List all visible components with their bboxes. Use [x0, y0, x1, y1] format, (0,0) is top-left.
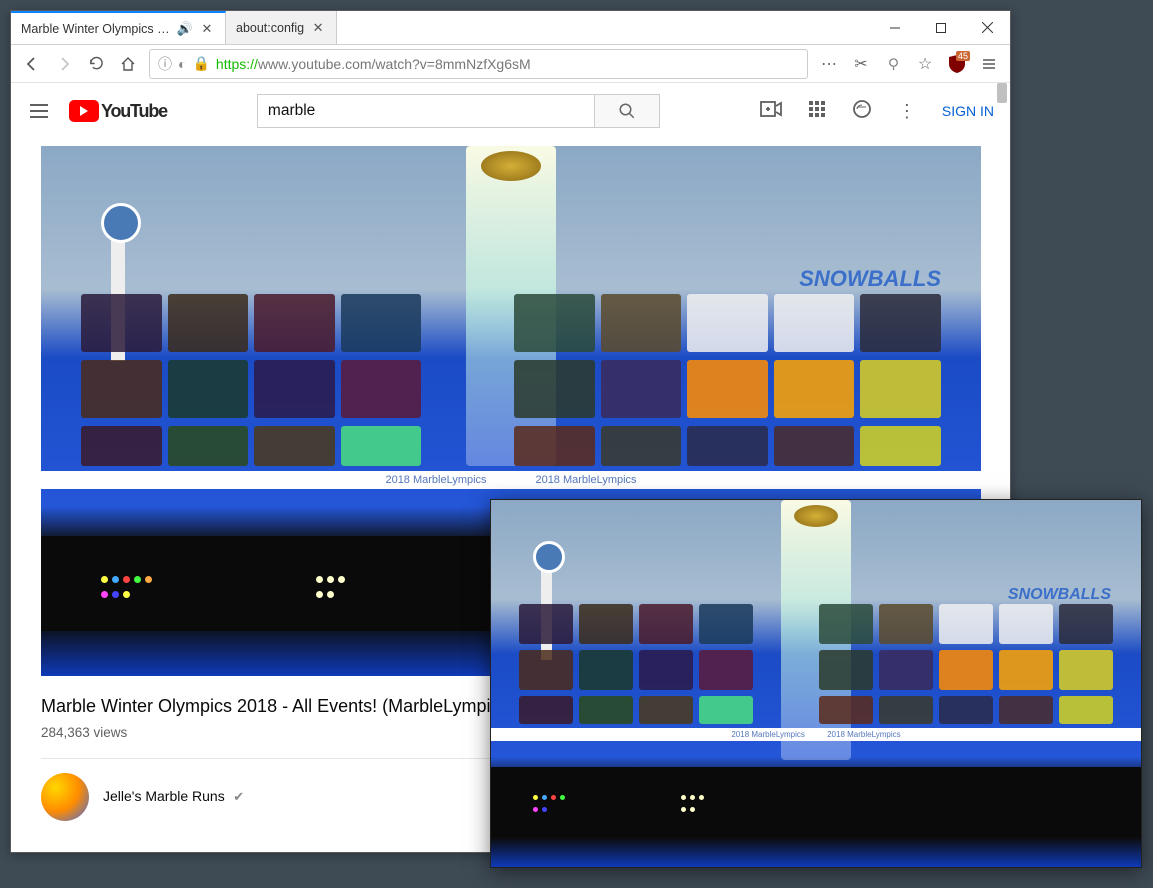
messages-icon[interactable]	[852, 99, 872, 124]
snowballs-sign: SNOWBALLS	[1008, 586, 1111, 604]
minimize-button[interactable]	[872, 11, 918, 44]
titlebar: Marble Winter Olympics 2018 - 🔊 ✕ about:…	[11, 11, 1010, 45]
header-right: ⋮ SIGN IN	[760, 99, 994, 124]
youtube-logo[interactable]: YouTube	[69, 100, 167, 122]
youtube-play-icon	[69, 100, 99, 122]
audio-icon[interactable]: 🔊	[177, 21, 193, 37]
bookmark-icon[interactable]: ☆	[910, 49, 940, 79]
back-button[interactable]	[17, 49, 47, 79]
picture-in-picture-window[interactable]: SNOWBALLS 2018 MarbleLympics 2018 Marble…	[490, 499, 1142, 868]
menu-icon[interactable]	[974, 49, 1004, 79]
upload-icon[interactable]	[760, 101, 782, 122]
snowballs-sign: SNOWBALLS	[799, 266, 941, 292]
ublock-icon[interactable]: 45	[942, 49, 972, 79]
scissors-icon[interactable]: ✂	[846, 49, 876, 79]
forward-button[interactable]	[49, 49, 79, 79]
lightbulb-icon[interactable]	[878, 49, 908, 79]
close-button[interactable]	[964, 11, 1010, 44]
close-icon[interactable]: ✕	[310, 20, 326, 36]
tab-title: Marble Winter Olympics 2018 -	[21, 22, 171, 36]
reload-button[interactable]	[81, 49, 111, 79]
search-form	[257, 94, 660, 128]
verified-icon: ✔	[233, 789, 244, 804]
scrollbar[interactable]	[997, 83, 1007, 103]
url-text: https://www.youtube.com/watch?v=8mmNzfXg…	[216, 56, 531, 72]
home-button[interactable]	[113, 49, 143, 79]
ublock-badge: 45	[956, 51, 970, 61]
close-icon[interactable]: ✕	[199, 21, 215, 37]
apps-icon[interactable]	[808, 100, 826, 123]
banner-text: 2018 MarbleLympics 2018 MarbleLympics	[41, 471, 981, 489]
search-button[interactable]	[595, 94, 660, 128]
maximize-button[interactable]	[918, 11, 964, 44]
search-input[interactable]	[257, 94, 595, 128]
page-actions-icon[interactable]: ⋯	[814, 49, 844, 79]
tab-aboutconfig[interactable]: about:config ✕	[226, 11, 337, 44]
tab-title: about:config	[236, 21, 304, 35]
banner-text: 2018 MarbleLympics 2018 MarbleLympics	[491, 728, 1141, 741]
info-icon[interactable]: ⓘ	[158, 54, 172, 74]
window-controls	[872, 11, 1010, 44]
youtube-wordmark: YouTube	[101, 101, 167, 122]
channel-name[interactable]: Jelle's Marble Runs	[103, 788, 225, 804]
url-bar: ⓘ ◐ 🔒 https://www.youtube.com/watch?v=8m…	[11, 45, 1010, 83]
signin-button[interactable]: SIGN IN	[942, 103, 994, 119]
hamburger-icon[interactable]	[27, 99, 51, 123]
lock-icon: 🔒	[192, 55, 209, 72]
youtube-header: YouTube ⋮ SIGN IN	[11, 83, 1010, 139]
tracking-icon[interactable]: ◐	[178, 56, 186, 72]
channel-avatar[interactable]	[41, 773, 89, 821]
settings-icon[interactable]: ⋮	[898, 101, 916, 122]
tab-youtube[interactable]: Marble Winter Olympics 2018 - 🔊 ✕	[11, 11, 226, 44]
address-field[interactable]: ⓘ ◐ 🔒 https://www.youtube.com/watch?v=8m…	[149, 49, 808, 79]
arena-floor	[491, 767, 1141, 837]
